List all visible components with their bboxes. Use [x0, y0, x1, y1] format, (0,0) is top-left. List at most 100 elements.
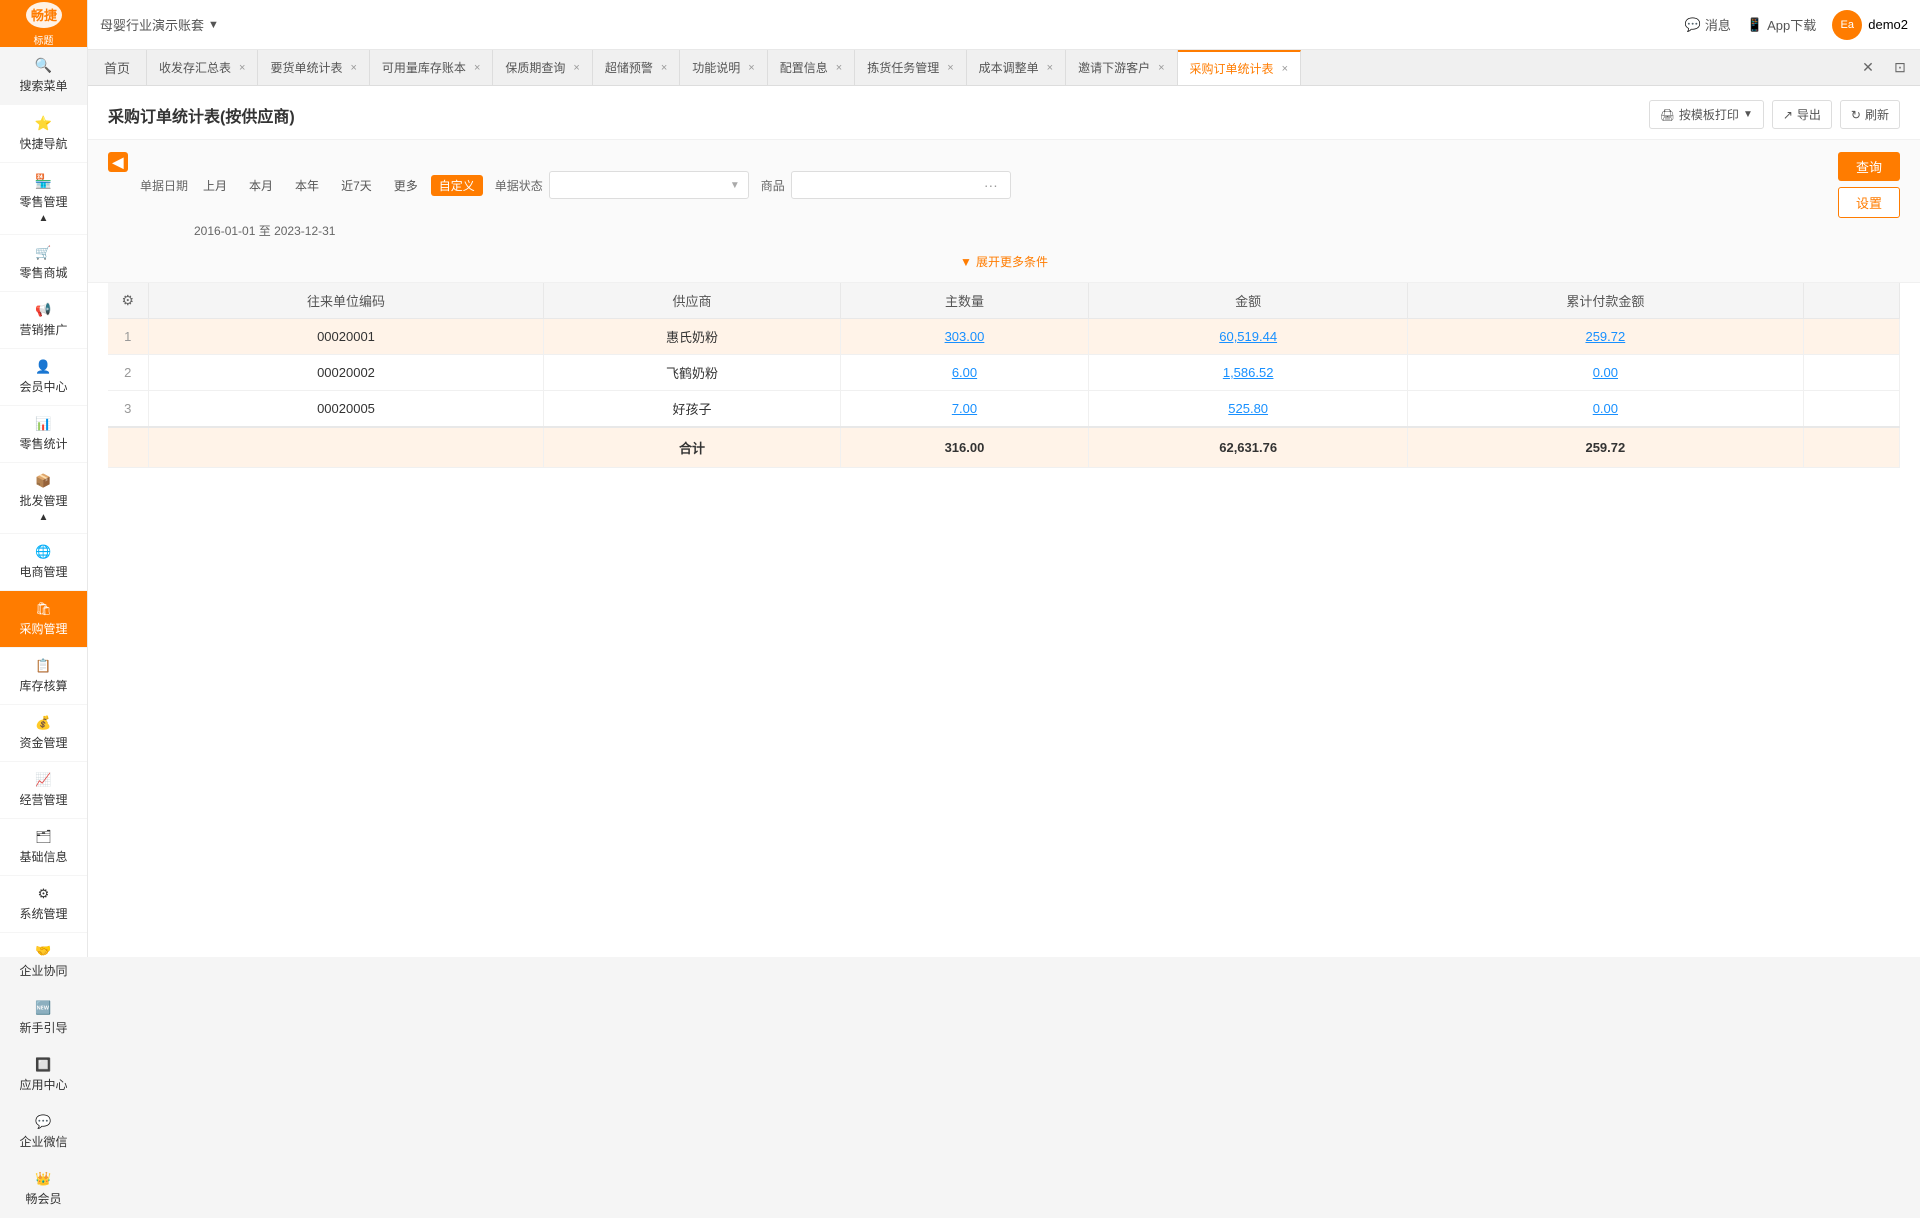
sidebar-item-quick[interactable]: ⭐ 快捷导航 — [0, 105, 87, 163]
status-filter: 单据状态 ▼ — [495, 171, 749, 199]
tab-caigou[interactable]: 采购订单统计表 × — [1178, 50, 1301, 86]
ellipsis-icon[interactable]: ··· — [980, 177, 1002, 193]
sidebar-item-ecom[interactable]: 🌐 电商管理 — [0, 534, 87, 591]
col-gear-header[interactable]: ⚙ — [108, 283, 148, 319]
paid-link[interactable]: 259.72 — [1585, 329, 1625, 344]
tab-close-panhuo[interactable]: × — [947, 62, 953, 74]
user-menu[interactable]: Ea demo2 — [1832, 10, 1908, 40]
sidebar-item-finance[interactable]: 💰 资金管理 — [0, 705, 87, 762]
refresh-button[interactable]: ↻ 刷新 — [1840, 100, 1900, 129]
last-month-button[interactable]: 上月 — [194, 173, 236, 198]
page-content: 采购订单统计表(按供应商) 🖨 按模板打印 ▼ ↗ 导出 ↻ 刷新 — [88, 86, 1920, 957]
vip-icon: 👑 — [35, 1171, 51, 1187]
tab-close-chengben[interactable]: × — [1047, 62, 1053, 74]
company-selector[interactable]: 母婴行业演示账套 ▼ — [100, 15, 219, 34]
goods-input[interactable]: ··· — [791, 171, 1011, 199]
sidebar-item-system[interactable]: ⚙ 系统管理 — [0, 876, 87, 933]
sidebar-item-newbie[interactable]: 🆕 新手引导 — [0, 990, 87, 1047]
sidebar-item-marketing[interactable]: 📢 营销推广 — [0, 292, 87, 349]
tab-close-gongneng[interactable]: × — [748, 62, 754, 74]
tab-fullscreen-button[interactable]: ⊡ — [1888, 56, 1912, 80]
tab-chao[interactable]: 超储预警 × — [593, 50, 680, 86]
tab-close-caigou[interactable]: × — [1282, 63, 1288, 75]
date-label: 单据日期 — [140, 177, 188, 194]
tab-close-shoufa[interactable]: × — [239, 62, 245, 74]
avatar: Ea — [1832, 10, 1862, 40]
query-button[interactable]: 查询 — [1838, 152, 1900, 181]
amount-link[interactable]: 60,519.44 — [1219, 329, 1277, 344]
sidebar-item-retail-stat[interactable]: 📊 零售统计 — [0, 406, 87, 463]
tab-close-chao[interactable]: × — [661, 62, 667, 74]
settings-button[interactable]: 设置 — [1838, 187, 1900, 218]
avatar-text: Ea — [1841, 19, 1854, 31]
qty-value: 7.00 — [840, 391, 1089, 428]
tab-shoufa[interactable]: 收发存汇总表 × — [147, 50, 258, 86]
sidebar-item-appcenter[interactable]: 🔲 应用中心 — [0, 1047, 87, 1104]
print-button[interactable]: 🖨 按模板打印 ▼ — [1649, 100, 1764, 129]
tab-keyong[interactable]: 可用量库存账本 × — [370, 50, 493, 86]
col-extra-header — [1803, 283, 1899, 319]
tab-gongneng[interactable]: 功能说明 × — [680, 50, 767, 86]
tab-baozhi[interactable]: 保质期查询 × — [493, 50, 592, 86]
qty-link[interactable]: 7.00 — [952, 401, 977, 416]
sidebar-item-retail-shop[interactable]: 🛒 零售商城 — [0, 235, 87, 292]
tab-close-baozhi[interactable]: × — [573, 62, 579, 74]
7days-button[interactable]: 近7天 — [332, 173, 381, 198]
tab-home[interactable]: 首页 — [88, 50, 147, 86]
this-month-button[interactable]: 本月 — [240, 173, 282, 198]
tab-chengben[interactable]: 成本调整单 × — [967, 50, 1066, 86]
qty-link[interactable]: 6.00 — [952, 365, 977, 380]
export-button[interactable]: ↗ 导出 — [1772, 100, 1832, 129]
stat-icon: 📊 — [35, 416, 51, 432]
tab-peizhi[interactable]: 配置信息 × — [768, 50, 855, 86]
app-download-button[interactable]: 📱 App下载 — [1747, 15, 1816, 34]
sidebar-item-basic[interactable]: 🗂 基础信息 — [0, 819, 87, 876]
page-header-actions: 🖨 按模板打印 ▼ ↗ 导出 ↻ 刷新 — [1649, 100, 1900, 129]
expand-button[interactable]: ▼ 展开更多条件 — [960, 253, 1048, 270]
sidebar-item-batch[interactable]: 📦 批发管理 ▲ — [0, 463, 87, 534]
status-select[interactable]: ▼ — [549, 171, 749, 199]
paid-value: 259.72 — [1407, 319, 1803, 355]
tab-close-yaoqing[interactable]: × — [1158, 62, 1164, 74]
qty-value: 6.00 — [840, 355, 1089, 391]
status-label: 单据状态 — [495, 177, 543, 194]
col-amount-header: 金额 — [1089, 283, 1407, 319]
amount-link[interactable]: 1,586.52 — [1223, 365, 1274, 380]
sidebar-item-purchase[interactable]: 🛍 采购管理 — [0, 591, 87, 648]
search-icon: 🔍 — [35, 57, 52, 74]
paid-link[interactable]: 0.00 — [1593, 401, 1618, 416]
tab-close-peizhi[interactable]: × — [836, 62, 842, 74]
more-date-button[interactable]: 更多 — [385, 173, 427, 198]
sidebar-item-retail[interactable]: 🏪 零售管理 ▲ — [0, 163, 87, 235]
newbie-icon: 🆕 — [35, 1000, 51, 1016]
this-year-button[interactable]: 本年 — [286, 173, 328, 198]
table-row: 1 00020001 惠氏奶粉 303.00 60,519.44 259.72 — [108, 319, 1900, 355]
qty-link[interactable]: 303.00 — [945, 329, 985, 344]
collapse-button[interactable]: ◀ — [108, 152, 128, 172]
message-button[interactable]: 💬 消息 — [1685, 15, 1731, 34]
footer-qty: 316.00 — [840, 427, 1089, 468]
sidebar-item-vip[interactable]: 👑 畅会员 — [0, 1161, 87, 1218]
basic-icon: 🗂 — [35, 829, 52, 845]
sidebar-item-search[interactable]: 🔍 搜索菜单 — [0, 47, 87, 105]
tab-yaoqing[interactable]: 邀请下游客户 × — [1066, 50, 1177, 86]
logo-text: 标题 — [34, 32, 54, 47]
paid-link[interactable]: 0.00 — [1593, 365, 1618, 380]
sidebar-item-collab[interactable]: 🤝 企业协同 — [0, 933, 87, 990]
sidebar-item-ops[interactable]: 📈 经营管理 — [0, 762, 87, 819]
col-paid-header: 累计付款金额 — [1407, 283, 1803, 319]
unit-code: 00020001 — [148, 319, 544, 355]
sidebar-item-wechat[interactable]: 💬 企业微信 — [0, 1104, 87, 1161]
sidebar-item-finance-label: 资金管理 — [19, 734, 67, 751]
tab-yaohuo[interactable]: 要货单统计表 × — [258, 50, 369, 86]
tab-close-yaohuo[interactable]: × — [350, 62, 356, 74]
tab-close-keyong[interactable]: × — [474, 62, 480, 74]
custom-date-button[interactable]: 自定义 — [431, 175, 483, 196]
tab-close-all-button[interactable]: ✕ — [1856, 56, 1880, 80]
amount-link[interactable]: 525.80 — [1228, 401, 1268, 416]
tab-panhuo[interactable]: 拣货任务管理 × — [855, 50, 966, 86]
sidebar-item-inventory[interactable]: 📋 库存核算 — [0, 648, 87, 705]
sidebar-item-member[interactable]: 👤 会员中心 — [0, 349, 87, 406]
gear-icon[interactable]: ⚙ — [121, 292, 134, 308]
sidebar-item-vip-label: 畅会员 — [25, 1190, 61, 1207]
